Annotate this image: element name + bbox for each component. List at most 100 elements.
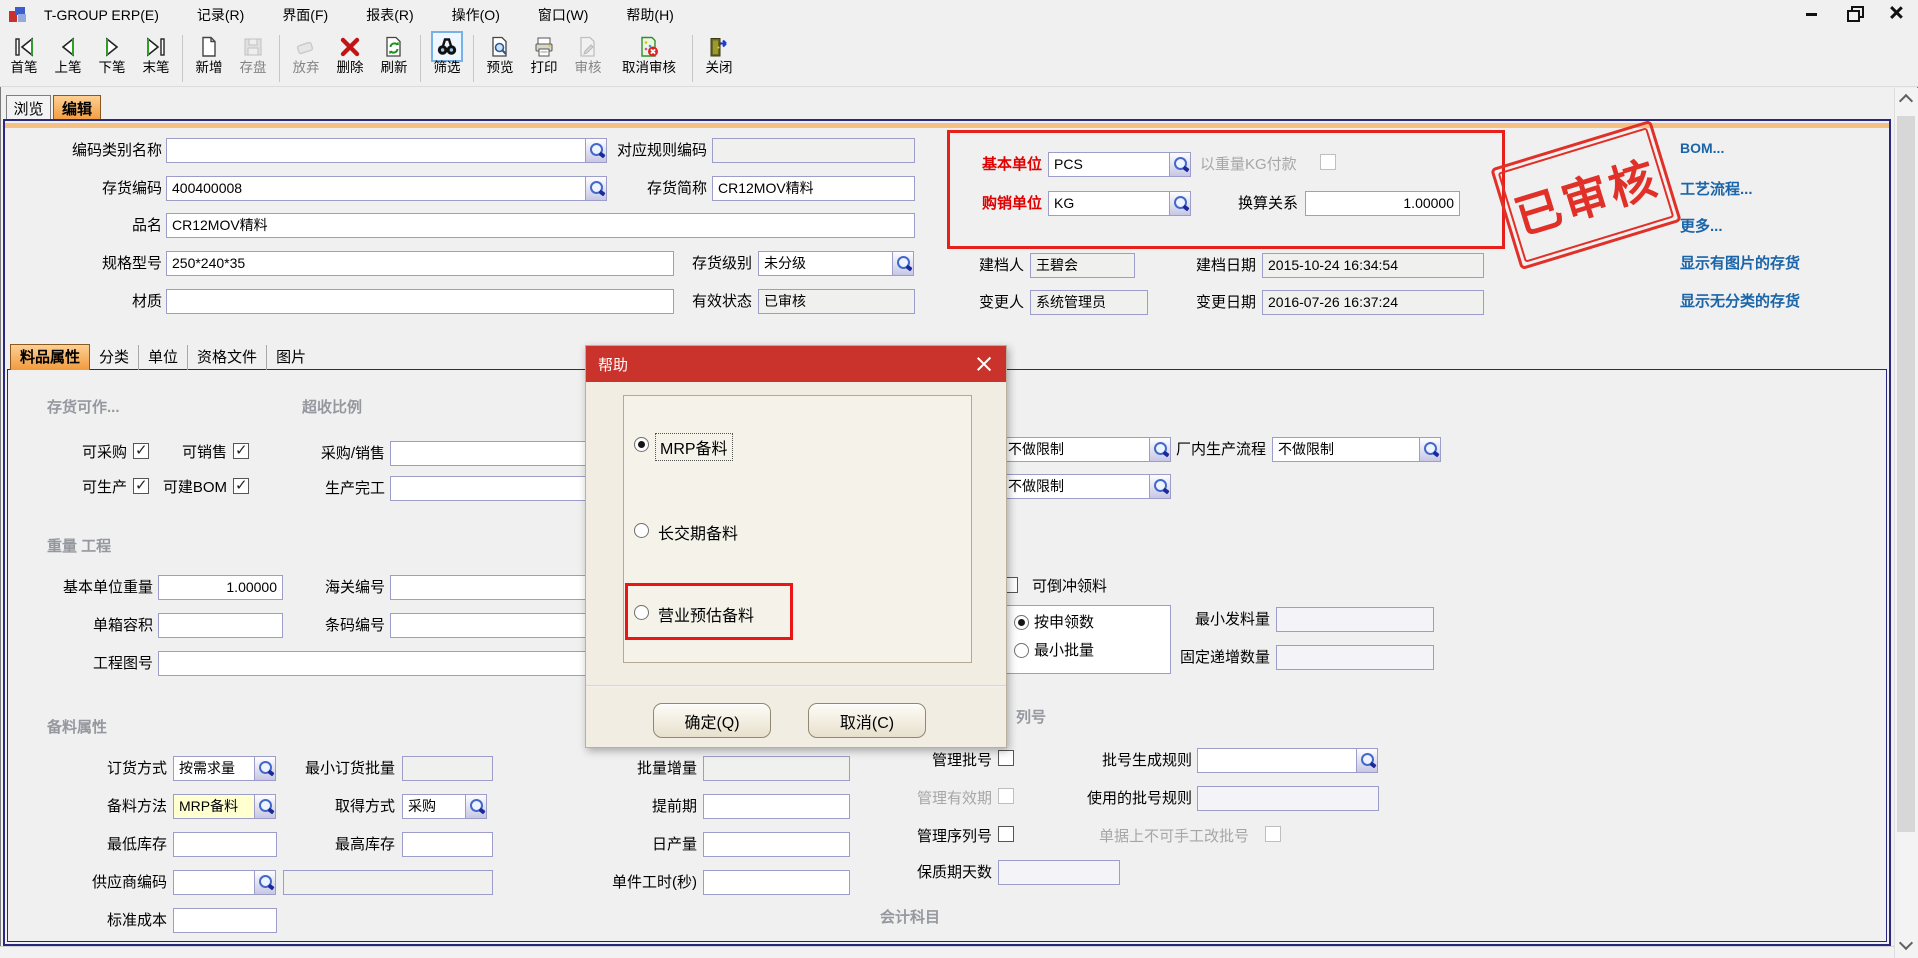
menu-app[interactable]: T-GROUP ERP(E)	[40, 5, 163, 25]
order-mode-lookup-icon[interactable]	[254, 756, 276, 781]
tab-units[interactable]: 单位	[139, 345, 188, 370]
rule-code-field	[712, 138, 915, 163]
drawing-number-label: 工程图号	[93, 654, 153, 674]
add-button[interactable]: 新增	[187, 32, 231, 76]
delete-button[interactable]: 删除	[328, 32, 372, 76]
menu-help[interactable]: 帮助(H)	[622, 3, 677, 27]
min-issue-label: 最小发料量	[1195, 610, 1270, 630]
link-process-flow[interactable]: 工艺流程...	[1680, 178, 1753, 199]
code-category-lookup-icon[interactable]	[585, 138, 607, 163]
item-code-lookup-icon[interactable]	[585, 176, 607, 201]
tab-classification[interactable]: 分类	[90, 345, 139, 370]
menu-interface[interactable]: 界面(F)	[278, 3, 332, 27]
refresh-button[interactable]: 刷新	[372, 32, 416, 76]
backup-method-lookup-icon[interactable]	[254, 794, 276, 819]
ok-button[interactable]: 确定(Q)	[653, 703, 771, 738]
erp-window: T-GROUP ERP(E) 记录(R) 界面(F) 报表(R) 操作(O) 窗…	[0, 0, 1918, 958]
manage-serial-checkbox[interactable]	[998, 826, 1014, 842]
close-window-button[interactable]: 关闭	[697, 32, 741, 76]
cancel-audit-button[interactable]: 取消审核	[610, 32, 688, 76]
backflush-label: 可倒冲领料	[1032, 577, 1107, 597]
restrict-field-2[interactable]: 不做限制	[1002, 474, 1150, 499]
item-short-field[interactable]: CR12MOV精料	[712, 176, 915, 201]
material-field[interactable]	[166, 289, 674, 314]
backup-method-field[interactable]: MRP备料	[173, 794, 255, 819]
min-batch-radio[interactable]	[1014, 643, 1029, 658]
option-mrp-radio[interactable]	[634, 437, 649, 452]
audit-icon	[574, 33, 602, 60]
creator-label: 建档人	[979, 256, 1024, 276]
next-record-button[interactable]: 下笔	[90, 32, 134, 76]
lead-time-field[interactable]	[703, 794, 850, 819]
filter-button[interactable]: 筛选	[425, 32, 469, 76]
menu-window[interactable]: 窗口(W)	[534, 3, 593, 27]
option-mrp-label[interactable]: MRP备料	[656, 434, 732, 460]
std-cost-field[interactable]	[173, 908, 277, 933]
max-stock-field[interactable]	[402, 832, 493, 857]
menu-record[interactable]: 记录(R)	[193, 3, 248, 27]
acquire-mode-lookup-icon[interactable]	[465, 794, 487, 819]
can-purchase-checkbox[interactable]	[133, 443, 149, 459]
order-mode-field[interactable]: 按需求量	[173, 756, 255, 781]
restore-icon[interactable]	[1846, 4, 1862, 20]
restrict-field-1[interactable]: 不做限制	[1002, 437, 1150, 462]
close-icon[interactable]	[1888, 4, 1904, 20]
can-produce-checkbox[interactable]	[133, 478, 149, 494]
help-dialog-titlebar[interactable]: 帮助	[586, 346, 1006, 382]
restrict-2-lookup-icon[interactable]	[1149, 474, 1171, 499]
acquire-mode-field[interactable]: 采购	[402, 794, 466, 819]
min-stock-label: 最低库存	[107, 835, 167, 855]
restrict-1-lookup-icon[interactable]	[1149, 437, 1171, 462]
refresh-icon	[380, 33, 408, 60]
tab-item-attributes[interactable]: 料品属性	[10, 344, 90, 370]
link-more[interactable]: 更多...	[1680, 215, 1723, 236]
daily-output-field[interactable]	[703, 832, 850, 857]
can-sell-checkbox[interactable]	[233, 443, 249, 459]
status-field: 已审核	[758, 289, 915, 314]
vertical-scrollbar-thumb[interactable]	[1897, 116, 1915, 832]
item-name-field[interactable]: CR12MOV精料	[166, 213, 915, 238]
first-record-button[interactable]: 首笔	[2, 32, 46, 76]
tab-browse[interactable]: 浏览	[6, 95, 51, 121]
by-application-radio[interactable]	[1014, 615, 1029, 630]
code-category-label: 编码类别名称	[72, 141, 162, 161]
tab-qualification-files[interactable]: 资格文件	[188, 345, 267, 370]
base-weight-field[interactable]: 1.00000	[158, 575, 283, 600]
batch-rule-field[interactable]	[1197, 748, 1357, 773]
option-long-lead-radio[interactable]	[634, 523, 649, 538]
status-label: 有效状态	[692, 292, 752, 312]
supplier-code-lookup-icon[interactable]	[254, 870, 276, 895]
factory-flow-field[interactable]: 不做限制	[1272, 437, 1420, 462]
menu-report[interactable]: 报表(R)	[362, 3, 417, 27]
factory-flow-lookup-icon[interactable]	[1419, 437, 1441, 462]
box-volume-field[interactable]	[158, 613, 283, 638]
code-category-field[interactable]	[166, 138, 586, 163]
can-build-bom-checkbox[interactable]	[233, 478, 249, 494]
menu-operation[interactable]: 操作(O)	[448, 3, 504, 27]
daily-output-label: 日产量	[652, 835, 697, 855]
option-long-lead-label[interactable]: 长交期备料	[658, 520, 738, 544]
level-field[interactable]: 未分级	[758, 251, 893, 276]
dialog-close-icon[interactable]	[974, 355, 994, 373]
print-button[interactable]: 打印	[522, 32, 566, 76]
last-record-button[interactable]: 末笔	[134, 32, 178, 76]
link-show-unclassified[interactable]: 显示无分类的存货	[1680, 290, 1800, 311]
tab-edit[interactable]: 编辑	[53, 95, 101, 121]
unit-seconds-field[interactable]	[703, 870, 850, 895]
minimize-icon[interactable]	[1804, 4, 1820, 20]
batch-rule-lookup-icon[interactable]	[1356, 748, 1378, 773]
level-lookup-icon[interactable]	[892, 251, 914, 276]
link-show-with-images[interactable]: 显示有图片的存货	[1680, 252, 1800, 273]
link-bom[interactable]: BOM...	[1680, 140, 1724, 156]
min-stock-field[interactable]	[173, 832, 277, 857]
cancel-button[interactable]: 取消(C)	[808, 703, 926, 738]
item-code-field[interactable]: 400400008	[166, 176, 586, 201]
toolbar: 首笔 上笔 下笔 末笔 新增 存盘 放弃 删除	[0, 30, 1918, 87]
horizontal-scrollbar-track[interactable]	[0, 946, 1894, 958]
manage-batch-checkbox[interactable]	[998, 750, 1014, 766]
supplier-code-field[interactable]	[173, 870, 255, 895]
spec-field[interactable]: 250*240*35	[166, 251, 674, 276]
prev-record-button[interactable]: 上笔	[46, 32, 90, 76]
preview-button[interactable]: 预览	[478, 32, 522, 76]
tab-images[interactable]: 图片	[267, 345, 315, 370]
